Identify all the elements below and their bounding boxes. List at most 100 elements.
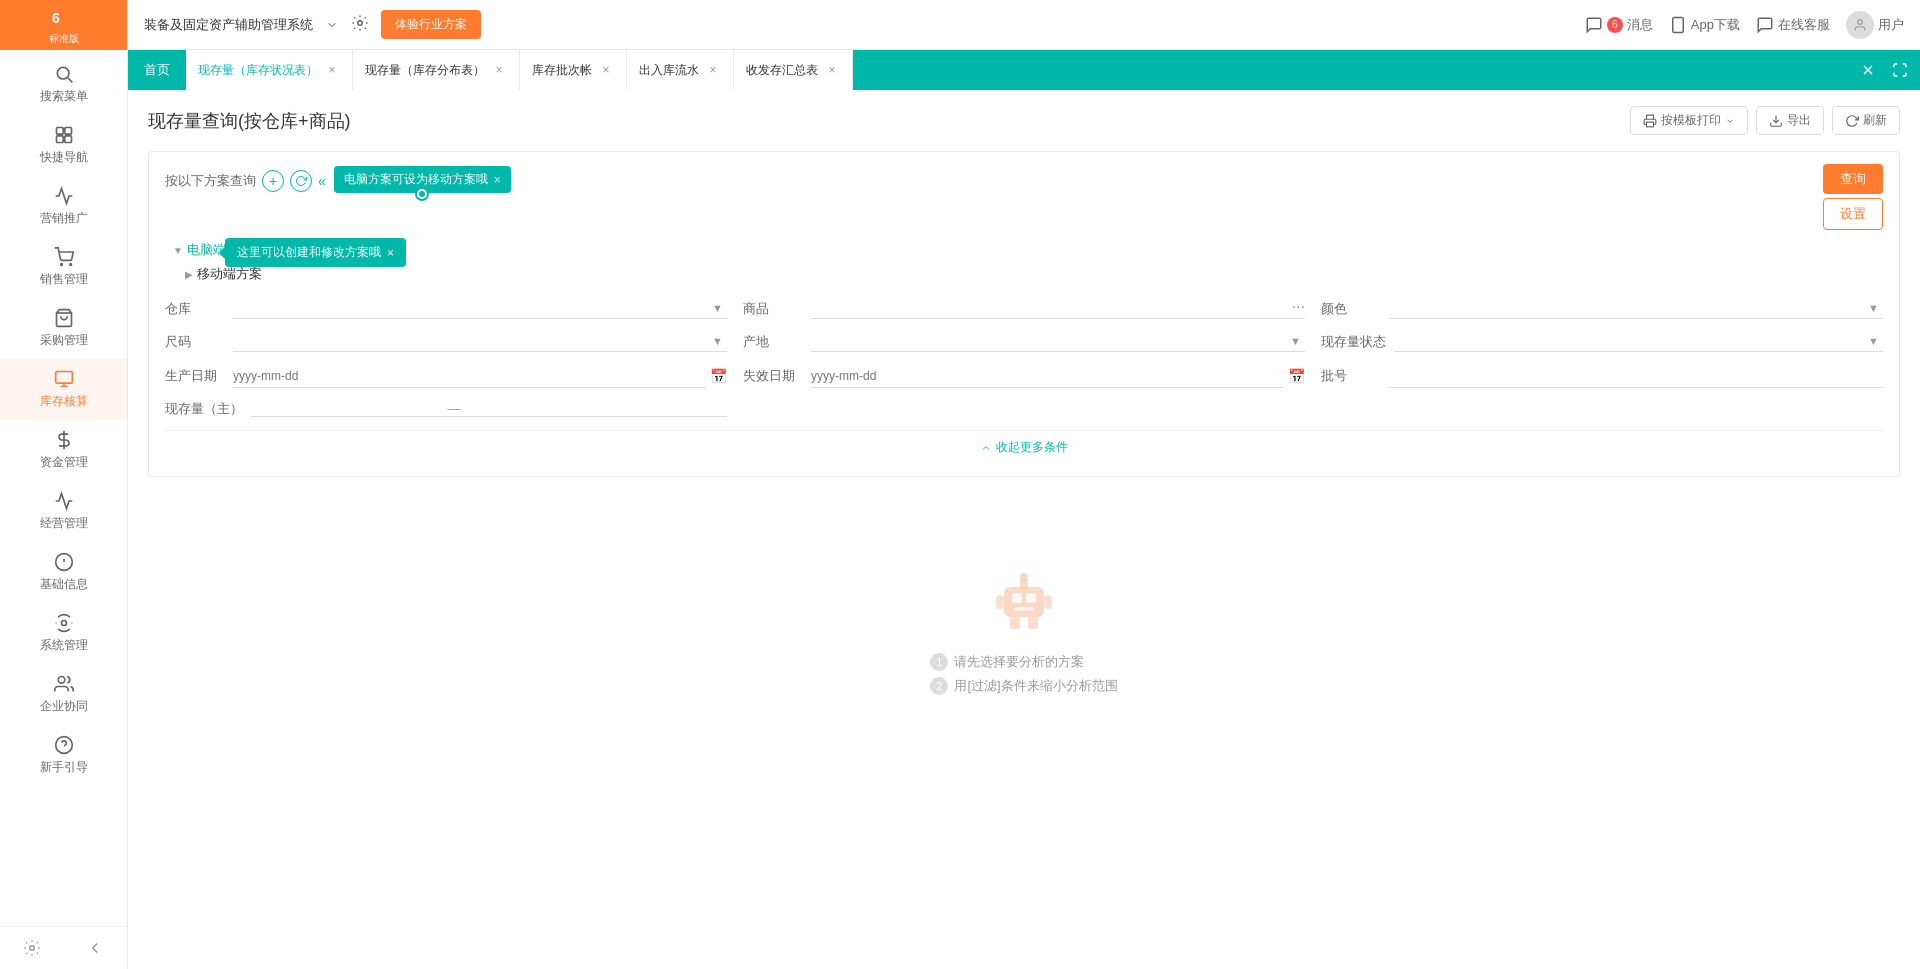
settings-icon[interactable]: [23, 939, 41, 957]
scheme-item-mobile[interactable]: ▶ 移动端方案: [173, 262, 1883, 286]
query-btns: 查询 设置: [1823, 164, 1883, 230]
filter-section: 按以下方案查询 + « 电脑方案可设为移动方案哦 ×: [148, 151, 1900, 477]
sidebar-item-system[interactable]: 系统管理: [0, 603, 127, 664]
sidebar-item-finance[interactable]: 资金管理: [0, 420, 127, 481]
title-dropdown-icon[interactable]: [325, 18, 339, 32]
tab-fullscreen-icon[interactable]: [1888, 58, 1912, 82]
tab-batch-account[interactable]: 库存批次帐 ×: [520, 50, 627, 90]
stock-qty-label: 现存量（主）: [165, 400, 243, 418]
stock-qty-separator: —: [447, 401, 460, 416]
filter-add-btn[interactable]: +: [262, 170, 284, 192]
tab-summary-close[interactable]: ×: [824, 62, 840, 78]
tab-bar: 首页 现存量（库存状况表） × 现存量（库存分布表） × 库存批次帐 × 出入库…: [128, 50, 1920, 90]
production-date-icon[interactable]: 📅: [710, 368, 727, 384]
expiry-date-icon[interactable]: 📅: [1288, 368, 1305, 384]
tab-inventory-dist-label: 现存量（库存分布表）: [365, 62, 485, 79]
query-btn[interactable]: 查询: [1823, 164, 1883, 194]
batch-label: 批号: [1321, 367, 1381, 385]
tab-summary-label: 收发存汇总表: [746, 62, 818, 79]
filter-arrow-btn[interactable]: «: [318, 173, 326, 189]
sidebar-item-purchase[interactable]: 采购管理: [0, 298, 127, 359]
sidebar-item-finance-label: 资金管理: [40, 454, 88, 471]
header-left: 装备及固定资产辅助管理系统 体验行业方案: [144, 10, 481, 39]
refresh-btn[interactable]: 刷新: [1832, 106, 1900, 135]
sidebar-item-inventory[interactable]: 库存核算: [0, 359, 127, 420]
industry-solution-btn[interactable]: 体验行业方案: [381, 10, 481, 39]
sidebar-item-management[interactable]: 经营管理: [0, 481, 127, 542]
production-date-label: 生产日期: [165, 367, 225, 385]
svg-rect-37: [996, 595, 1004, 609]
production-date-range: 📅: [233, 365, 727, 388]
scheme-expand-arrow: ▶: [185, 269, 193, 280]
tab-flow[interactable]: 出入库流水 ×: [627, 50, 734, 90]
sidebar-item-basicinfo-label: 基础信息: [40, 576, 88, 593]
scheme-item-desktop[interactable]: ▼ 电脑端方案: [173, 238, 1883, 262]
tab-summary[interactable]: 收发存汇总表 ×: [734, 50, 853, 90]
online-support-label: 在线客服: [1778, 16, 1830, 34]
print-btn[interactable]: 按模板打印: [1630, 106, 1748, 135]
sidebar-item-guide[interactable]: 新手引导: [0, 725, 127, 786]
messages-btn[interactable]: 6 消息: [1585, 16, 1653, 34]
scheme-popup-close[interactable]: ×: [494, 173, 501, 187]
sidebar-item-collab-label: 企业协同: [40, 698, 88, 715]
empty-illustration: [984, 557, 1064, 637]
svg-point-23: [358, 20, 363, 25]
stock-status-label: 现存量状态: [1321, 333, 1386, 351]
sidebar-item-sales[interactable]: 销售管理: [0, 237, 127, 298]
tab-inventory-dist-close[interactable]: ×: [491, 62, 507, 78]
goods-more-icon[interactable]: ···: [1292, 298, 1305, 316]
stock-qty-min-input[interactable]: [251, 401, 441, 416]
settings-filter-btn[interactable]: 设置: [1823, 198, 1883, 230]
warehouse-select[interactable]: ▼: [233, 298, 727, 319]
collapse-icon: [980, 442, 992, 454]
svg-line-3: [67, 78, 72, 83]
sidebar-item-nav[interactable]: 快捷导航: [0, 115, 127, 176]
sidebar-item-collab[interactable]: 企业协同: [0, 664, 127, 725]
stock-status-select[interactable]: ▼: [1394, 331, 1883, 352]
svg-rect-38: [1044, 595, 1052, 609]
tab-close-all-icon[interactable]: [1856, 58, 1880, 82]
sidebar-item-nav-label: 快捷导航: [40, 149, 88, 166]
tip-num-1: 1: [930, 653, 948, 671]
color-select[interactable]: ▼: [1389, 298, 1883, 319]
sidebar-item-search[interactable]: 搜索菜单: [0, 54, 127, 115]
tab-flow-close[interactable]: ×: [705, 62, 721, 78]
origin-select[interactable]: ▼: [811, 331, 1305, 352]
sidebar-item-sales-label: 销售管理: [40, 271, 88, 288]
edit-popup-close[interactable]: ×: [387, 246, 394, 260]
app-download-btn[interactable]: App下载: [1669, 16, 1740, 34]
svg-rect-7: [64, 136, 71, 143]
scheme-popup-text: 电脑方案可设为移动方案哦: [344, 171, 488, 188]
tip-num-2: 2: [930, 677, 948, 695]
system-settings-btn[interactable]: [351, 14, 369, 36]
tab-home[interactable]: 首页: [128, 50, 186, 90]
sidebar-item-marketing[interactable]: 营销推广: [0, 176, 127, 237]
scheme-mobile-label: 移动端方案: [197, 265, 262, 283]
production-date-input[interactable]: [233, 365, 706, 388]
stock-qty-max-input[interactable]: [466, 401, 656, 416]
expiry-date-input[interactable]: [811, 365, 1284, 388]
sidebar-item-basicinfo[interactable]: 基础信息: [0, 542, 127, 603]
sidebar-item-management-label: 经营管理: [40, 515, 88, 532]
collapse-bar[interactable]: 收起更多条件: [165, 430, 1883, 464]
tab-inventory-dist[interactable]: 现存量（库存分布表） ×: [353, 50, 520, 90]
tab-inventory-status-close[interactable]: ×: [324, 62, 340, 78]
size-select[interactable]: ▼: [233, 331, 727, 352]
color-dropdown-icon: ▼: [1868, 302, 1879, 314]
filter-refresh-btn[interactable]: [290, 170, 312, 192]
svg-point-26: [1858, 19, 1863, 24]
sidebar-footer: [0, 926, 127, 969]
batch-input[interactable]: [1389, 364, 1883, 388]
collapse-sidebar-btn[interactable]: [86, 939, 104, 957]
user-info-btn[interactable]: 用户: [1846, 11, 1904, 39]
online-support-btn[interactable]: 在线客服: [1756, 16, 1830, 34]
expiry-date-label: 失效日期: [743, 367, 803, 385]
empty-tip-2-text: 用[过滤]条件来缩小分析范围: [954, 677, 1117, 695]
tab-inventory-status-label: 现存量（库存状况表）: [198, 62, 318, 79]
export-btn[interactable]: 导出: [1756, 106, 1824, 135]
tab-inventory-status[interactable]: 现存量（库存状况表） ×: [186, 50, 353, 90]
svg-rect-34: [1014, 607, 1034, 611]
page-inner: 现存量查询(按仓库+商品) 按模板打印 导出 刷新: [128, 90, 1920, 969]
tab-batch-account-close[interactable]: ×: [598, 62, 614, 78]
filter-field-stock-status: 现存量状态 ▼: [1321, 331, 1883, 352]
